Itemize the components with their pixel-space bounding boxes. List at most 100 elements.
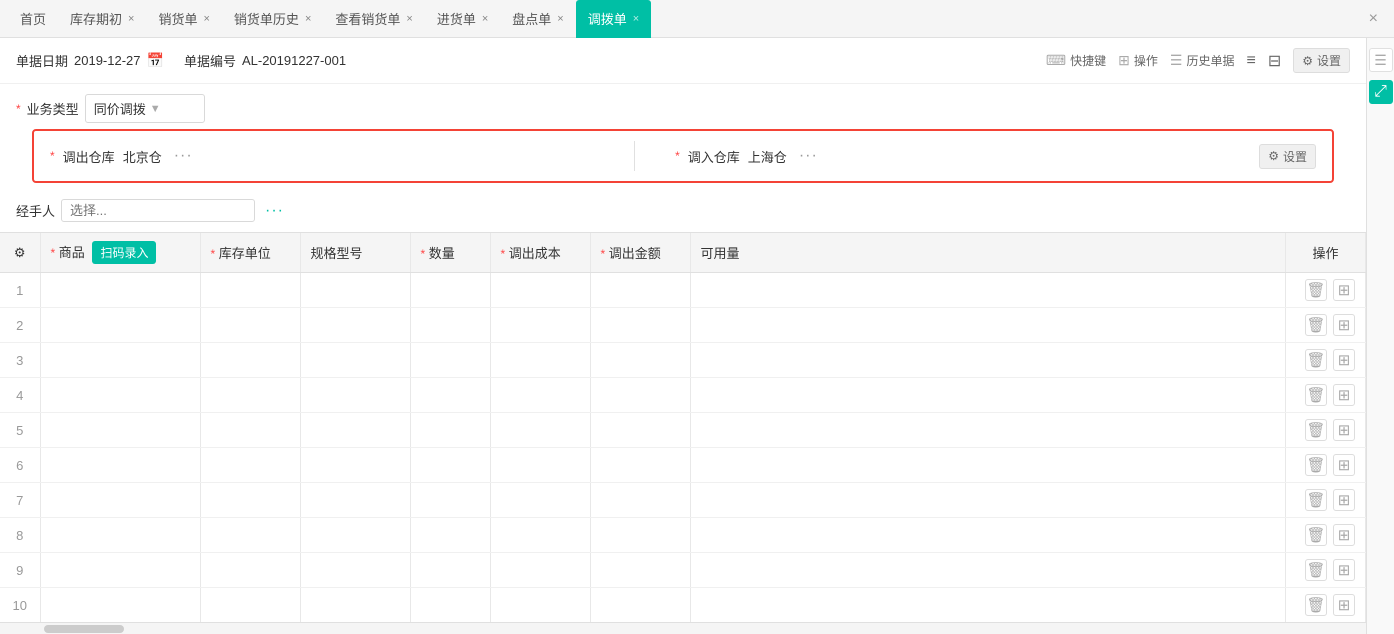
sidebar-list-icon[interactable]: ☰ <box>1369 48 1393 72</box>
cell-cost[interactable] <box>490 308 590 343</box>
cell-product[interactable] <box>40 448 200 483</box>
cell-unit[interactable] <box>200 273 300 308</box>
table-wrap[interactable]: ⚙ * 商品 扫码录入 * 库存单位 规格型号 <box>0 232 1366 622</box>
biz-type-dropdown[interactable]: 同价调拨 ▼ <box>85 94 205 123</box>
cell-avail[interactable] <box>690 448 1286 483</box>
copy-icon[interactable]: ⊞ <box>1333 384 1355 406</box>
tab-close-icon[interactable]: × <box>557 13 563 25</box>
handler-input[interactable] <box>61 199 255 222</box>
delete-icon[interactable]: 🗑 <box>1305 454 1327 476</box>
cell-cost[interactable] <box>490 553 590 588</box>
cell-cost[interactable] <box>490 518 590 553</box>
cell-product[interactable] <box>40 273 200 308</box>
cell-unit[interactable] <box>200 553 300 588</box>
delete-icon[interactable]: 🗑 <box>1305 559 1327 581</box>
cell-product[interactable] <box>40 588 200 623</box>
tab-view-sales[interactable]: 查看销货单 × <box>323 0 424 38</box>
cell-amount[interactable] <box>590 308 690 343</box>
copy-icon[interactable]: ⊞ <box>1333 454 1355 476</box>
tab-home[interactable]: 首页 <box>8 0 58 38</box>
layout-btn1[interactable]: ≡ <box>1246 52 1255 70</box>
cell-spec[interactable] <box>300 343 410 378</box>
th-gear[interactable]: ⚙ <box>0 233 40 273</box>
delete-icon[interactable]: 🗑 <box>1305 594 1327 616</box>
cell-unit[interactable] <box>200 518 300 553</box>
cell-cost[interactable] <box>490 588 590 623</box>
sidebar-expand-icon[interactable]: ⤢ <box>1369 80 1393 104</box>
cell-avail[interactable] <box>690 588 1286 623</box>
cell-amount[interactable] <box>590 378 690 413</box>
scan-btn[interactable]: 扫码录入 <box>92 241 156 264</box>
in-warehouse-more-icon[interactable]: ··· <box>799 147 818 165</box>
delete-icon[interactable]: 🗑 <box>1305 349 1327 371</box>
cell-amount[interactable] <box>590 588 690 623</box>
cell-amount[interactable] <box>590 553 690 588</box>
cell-avail[interactable] <box>690 483 1286 518</box>
cell-qty[interactable] <box>410 448 490 483</box>
cell-qty[interactable] <box>410 343 490 378</box>
cell-amount[interactable] <box>590 448 690 483</box>
cell-amount[interactable] <box>590 413 690 448</box>
cell-spec[interactable] <box>300 273 410 308</box>
tab-purchase[interactable]: 进货单 × <box>425 0 500 38</box>
cell-amount[interactable] <box>590 343 690 378</box>
cell-cost[interactable] <box>490 273 590 308</box>
window-close-icon[interactable]: × <box>1361 10 1386 28</box>
cell-product[interactable] <box>40 553 200 588</box>
cell-unit[interactable] <box>200 413 300 448</box>
delete-icon[interactable]: 🗑 <box>1305 384 1327 406</box>
cell-unit[interactable] <box>200 343 300 378</box>
copy-icon[interactable]: ⊞ <box>1333 524 1355 546</box>
cell-qty[interactable] <box>410 518 490 553</box>
cell-spec[interactable] <box>300 448 410 483</box>
cell-spec[interactable] <box>300 413 410 448</box>
delete-icon[interactable]: 🗑 <box>1305 314 1327 336</box>
cell-cost[interactable] <box>490 413 590 448</box>
cell-avail[interactable] <box>690 308 1286 343</box>
cell-qty[interactable] <box>410 378 490 413</box>
cell-cost[interactable] <box>490 448 590 483</box>
tab-close-icon[interactable]: × <box>128 13 134 25</box>
delete-icon[interactable]: 🗑 <box>1305 489 1327 511</box>
cell-product[interactable] <box>40 343 200 378</box>
delete-icon[interactable]: 🗑 <box>1305 279 1327 301</box>
operations-btn[interactable]: ⊞ 操作 <box>1118 52 1158 69</box>
cell-avail[interactable] <box>690 518 1286 553</box>
cell-product[interactable] <box>40 378 200 413</box>
cell-product[interactable] <box>40 483 200 518</box>
cell-unit[interactable] <box>200 378 300 413</box>
delete-icon[interactable]: 🗑 <box>1305 419 1327 441</box>
cell-cost[interactable] <box>490 378 590 413</box>
copy-icon[interactable]: ⊞ <box>1333 314 1355 336</box>
cell-avail[interactable] <box>690 378 1286 413</box>
cell-qty[interactable] <box>410 588 490 623</box>
cell-avail[interactable] <box>690 553 1286 588</box>
tab-close-icon[interactable]: × <box>305 13 311 25</box>
cell-qty[interactable] <box>410 413 490 448</box>
calendar-icon[interactable]: 📅 <box>147 52 164 69</box>
history-btn[interactable]: ☰ 历史单据 <box>1170 52 1235 69</box>
cell-spec[interactable] <box>300 308 410 343</box>
warehouse-settings-btn[interactable]: ⚙ 设置 <box>1259 144 1316 169</box>
cell-avail[interactable] <box>690 273 1286 308</box>
cell-spec[interactable] <box>300 553 410 588</box>
cell-unit[interactable] <box>200 308 300 343</box>
copy-icon[interactable]: ⊞ <box>1333 594 1355 616</box>
copy-icon[interactable]: ⊞ <box>1333 419 1355 441</box>
cell-spec[interactable] <box>300 378 410 413</box>
cell-spec[interactable] <box>300 588 410 623</box>
cell-qty[interactable] <box>410 273 490 308</box>
tab-close-icon[interactable]: × <box>482 13 488 25</box>
cell-spec[interactable] <box>300 518 410 553</box>
copy-icon[interactable]: ⊞ <box>1333 489 1355 511</box>
cell-spec[interactable] <box>300 483 410 518</box>
handler-more-icon[interactable]: ··· <box>265 202 284 220</box>
cell-cost[interactable] <box>490 343 590 378</box>
cell-cost[interactable] <box>490 483 590 518</box>
cell-product[interactable] <box>40 308 200 343</box>
cell-unit[interactable] <box>200 588 300 623</box>
tab-transfer[interactable]: 调拨单 × <box>576 0 651 38</box>
cell-avail[interactable] <box>690 413 1286 448</box>
cell-product[interactable] <box>40 413 200 448</box>
delete-icon[interactable]: 🗑 <box>1305 524 1327 546</box>
